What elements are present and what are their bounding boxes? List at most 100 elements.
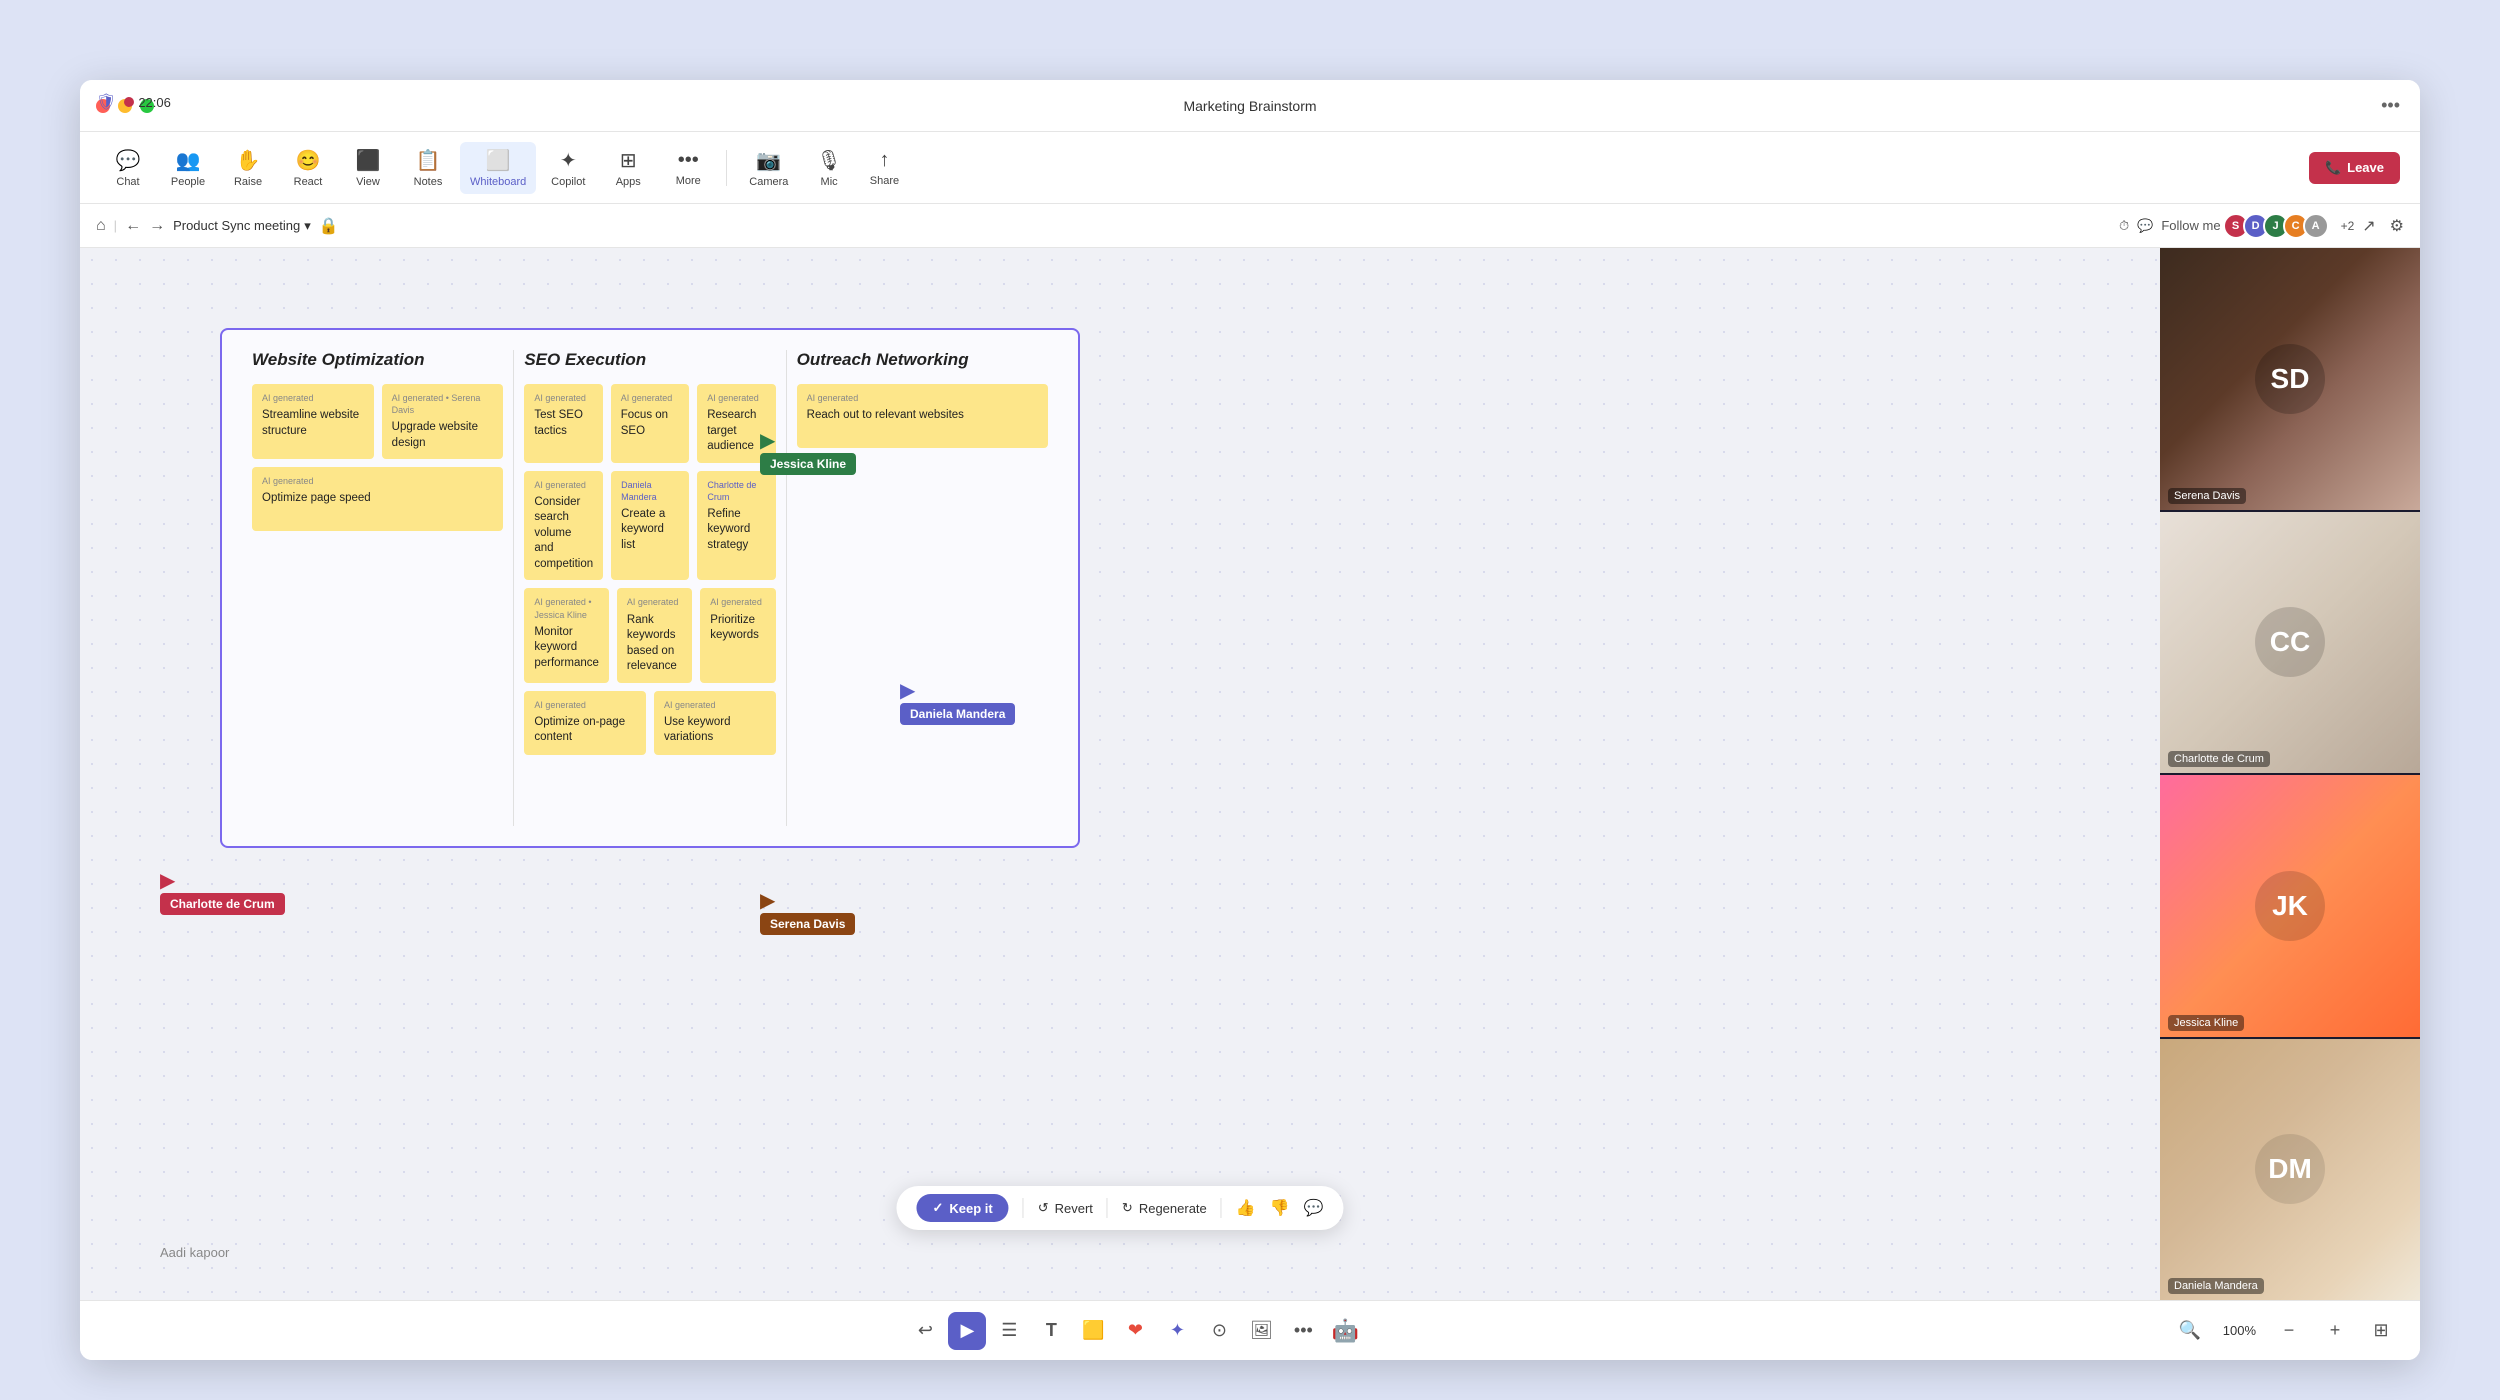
tool-heart[interactable]: ❤: [1116, 1312, 1154, 1350]
toolbar-item-notes[interactable]: 📋 Notes: [400, 142, 456, 194]
participant-avatars: S D J C A: [2229, 213, 2329, 239]
sticky-row: AI generated Consider search volume and …: [524, 471, 775, 581]
toolbar-mic[interactable]: 🎙 Mic: [804, 142, 853, 194]
feedback-icon[interactable]: 💬: [1304, 1198, 1324, 1218]
zoom-fit-button[interactable]: ⊞: [2362, 1312, 2400, 1350]
cursor-charlotte: ▶ Charlotte de Crum: [160, 868, 285, 915]
forward-icon[interactable]: →: [149, 217, 165, 235]
meeting-title[interactable]: Product Sync meeting ▾: [173, 218, 311, 234]
regenerate-button[interactable]: ↻ Regenerate: [1122, 1200, 1207, 1216]
bottom-toolbar-center: ↩ ▶ ☰ T 🟨 ❤ ✦ ⊙ 🖼 ••• 🤖: [906, 1312, 1364, 1350]
main-content: Website Optimization AI generated Stream…: [80, 248, 2420, 1300]
people-icon: 👥: [176, 148, 201, 173]
sticky-text: Research target audience: [707, 409, 756, 452]
sticky-tag: AI generated: [707, 392, 765, 404]
toolbar-camera[interactable]: 📷 Camera: [737, 142, 800, 194]
more-icon: •••: [678, 149, 699, 172]
revert-button[interactable]: ↺ Revert: [1038, 1200, 1093, 1216]
view-icon: ⬛: [356, 148, 381, 173]
sticky-row: AI generated Streamline website structur…: [252, 384, 503, 459]
tool-text[interactable]: T: [1032, 1312, 1070, 1350]
keep-it-button[interactable]: ✓ Keep it: [916, 1194, 1008, 1222]
toolbar-item-raise[interactable]: ✋ Raise: [220, 142, 276, 194]
follow-me-label[interactable]: Follow me: [2161, 218, 2220, 233]
cursor-daniela: ▶ Daniela Mandera: [900, 678, 1015, 725]
leave-phone-icon: 📞: [2325, 160, 2341, 176]
tool-undo[interactable]: ↩: [906, 1312, 944, 1350]
leave-button[interactable]: 📞 Leave: [2309, 152, 2400, 184]
back-icon[interactable]: ←: [125, 217, 141, 235]
cursor-label-charlotte: Charlotte de Crum: [160, 893, 285, 915]
sticky-note[interactable]: AI generated Rank keywords based on rele…: [617, 588, 692, 682]
sticky-note[interactable]: AI generated • Jessica Kline Monitor key…: [524, 588, 609, 682]
sticky-note[interactable]: AI generated Use keyword variations: [654, 691, 776, 755]
apps-icon: ⊞: [620, 148, 637, 173]
zoom-search-icon[interactable]: 🔍: [2171, 1312, 2209, 1350]
sticky-note[interactable]: AI generated Optimize on-page content: [524, 691, 646, 755]
video-bg-3: JK: [2160, 775, 2420, 1037]
zoom-in-button[interactable]: +: [2316, 1312, 2354, 1350]
whiteboard-canvas[interactable]: Website Optimization AI generated Stream…: [80, 248, 2160, 1300]
titlebar-menu[interactable]: •••: [2381, 95, 2400, 116]
sticky-tag: AI generated: [664, 699, 766, 711]
sticky-tag: AI generated: [262, 475, 493, 487]
sticky-tag: AI generated: [534, 699, 636, 711]
app-window: Marketing Brainstorm ••• 🛡 22:06 💬 Chat …: [80, 80, 2420, 1360]
tool-more-dots[interactable]: •••: [1284, 1312, 1322, 1350]
react-icon: 😊: [296, 148, 321, 173]
window-title: Marketing Brainstorm: [1183, 98, 1316, 114]
toolbar-item-apps[interactable]: ⊞ Apps: [600, 142, 656, 194]
sticky-note[interactable]: Charlotte de Crum Refine keyword strateg…: [697, 471, 775, 581]
notes-icon: 📋: [416, 148, 441, 173]
toolbar-item-people[interactable]: 👥 People: [160, 142, 216, 194]
sticky-note[interactable]: AI generated • Serena Davis Upgrade webs…: [382, 384, 504, 459]
video-tile-jessica: JK Jessica Kline: [2160, 775, 2420, 1037]
video-name-3: Jessica Kline: [2168, 1015, 2244, 1031]
sticky-note[interactable]: AI generated Streamline website structur…: [252, 384, 374, 459]
thumbs-up-icon[interactable]: 👍: [1236, 1198, 1256, 1218]
share-link-icon[interactable]: ↗: [2362, 216, 2375, 236]
popup-sep-2: [1107, 1198, 1108, 1218]
sticky-row: AI generated Test SEO tactics AI generat…: [524, 384, 775, 463]
zoom-out-button[interactable]: −: [2270, 1312, 2308, 1350]
sticky-note[interactable]: AI generated Test SEO tactics: [524, 384, 602, 463]
recording-status: 22:06: [124, 95, 171, 110]
person-avatar-4: DM: [2255, 1134, 2325, 1204]
bb-sep-1: |: [114, 218, 117, 233]
sticky-note[interactable]: AI generated Prioritize keywords: [700, 588, 775, 682]
sticky-note[interactable]: AI generated Optimize page speed: [252, 467, 503, 531]
sticky-text: Consider search volume and competition: [534, 496, 593, 570]
toolbar-item-more[interactable]: ••• More: [660, 143, 716, 193]
timer-display: 22:06: [138, 95, 171, 110]
mic-icon: 🎙: [816, 148, 841, 173]
tool-sticky[interactable]: 🟨: [1074, 1312, 1112, 1350]
tool-link[interactable]: ⊙: [1200, 1312, 1238, 1350]
toolbar-item-chat[interactable]: 💬 Chat: [100, 142, 156, 194]
tool-paint[interactable]: ✦: [1158, 1312, 1196, 1350]
video-panel: SD Serena Davis CC Charlotte de Crum JK …: [2160, 248, 2420, 1300]
settings-icon[interactable]: ⚙: [2390, 216, 2404, 236]
shield-icon: 🛡: [96, 92, 116, 112]
toolbar-item-react[interactable]: 😊 React: [280, 142, 336, 194]
sticky-keyword-list[interactable]: Daniela Mandera Create a keyword list: [611, 471, 689, 581]
sticky-focus-seo[interactable]: AI generated Focus on SEO: [611, 384, 689, 463]
toolbar-item-view[interactable]: ⬛ View: [340, 142, 396, 194]
sticky-tag: AI generated • Serena Davis: [392, 392, 494, 416]
tool-ai[interactable]: 🤖: [1326, 1312, 1364, 1350]
toolbar-item-copilot[interactable]: ✦ Copilot: [540, 142, 596, 194]
home-icon[interactable]: ⌂: [96, 217, 106, 235]
tool-image[interactable]: 🖼: [1242, 1312, 1280, 1350]
sticky-note[interactable]: AI generated Consider search volume and …: [524, 471, 603, 581]
column-title-1: Website Optimization: [252, 350, 503, 370]
toolbar-share[interactable]: ↑ Share: [858, 143, 911, 193]
thumbs-down-icon[interactable]: 👎: [1270, 1198, 1290, 1218]
toolbar-item-whiteboard[interactable]: ⬜ Whiteboard: [460, 142, 536, 194]
tool-align[interactable]: ☰: [990, 1312, 1028, 1350]
video-name-4: Daniela Mandera: [2168, 1278, 2264, 1294]
tool-pointer[interactable]: ▶: [948, 1312, 986, 1350]
sticky-text: Use keyword variations: [664, 716, 730, 744]
sticky-text: Refine keyword strategy: [707, 508, 750, 551]
column-outreach: Outreach Networking AI generated Reach o…: [787, 350, 1058, 826]
sticky-text: Monitor keyword performance: [534, 626, 599, 669]
column-website-optimization: Website Optimization AI generated Stream…: [242, 350, 514, 826]
